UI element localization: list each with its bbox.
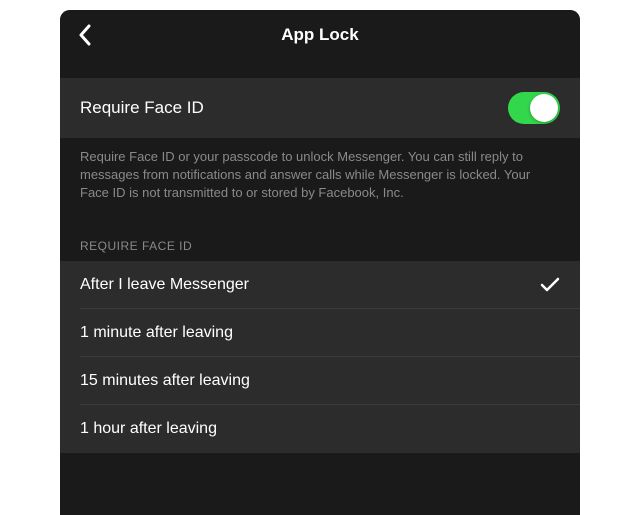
page-title: App Lock — [60, 25, 580, 45]
option-label: 15 minutes after leaving — [80, 372, 250, 390]
option-15-minutes[interactable]: 15 minutes after leaving — [60, 357, 580, 405]
timing-options-list: After I leave Messenger 1 minute after l… — [60, 261, 580, 453]
option-1-minute[interactable]: 1 minute after leaving — [60, 309, 580, 357]
option-label: 1 minute after leaving — [80, 324, 233, 342]
spacer — [60, 60, 580, 78]
checkmark-icon — [540, 277, 560, 293]
toggle-knob — [530, 94, 558, 122]
option-label: 1 hour after leaving — [80, 420, 217, 438]
section-header: REQUIRE FACE ID — [60, 221, 580, 261]
back-button[interactable] — [78, 24, 92, 46]
nav-bar: App Lock — [60, 10, 580, 60]
require-face-id-toggle[interactable] — [508, 92, 560, 124]
require-face-id-row: Require Face ID — [60, 78, 580, 138]
require-face-id-label: Require Face ID — [80, 98, 204, 118]
require-face-id-description: Require Face ID or your passcode to unlo… — [60, 138, 580, 221]
option-after-leave[interactable]: After I leave Messenger — [60, 261, 580, 309]
app-lock-screen: App Lock Require Face ID Require Face ID… — [60, 10, 580, 515]
option-1-hour[interactable]: 1 hour after leaving — [60, 405, 580, 453]
chevron-left-icon — [78, 24, 92, 46]
option-label: After I leave Messenger — [80, 276, 249, 294]
